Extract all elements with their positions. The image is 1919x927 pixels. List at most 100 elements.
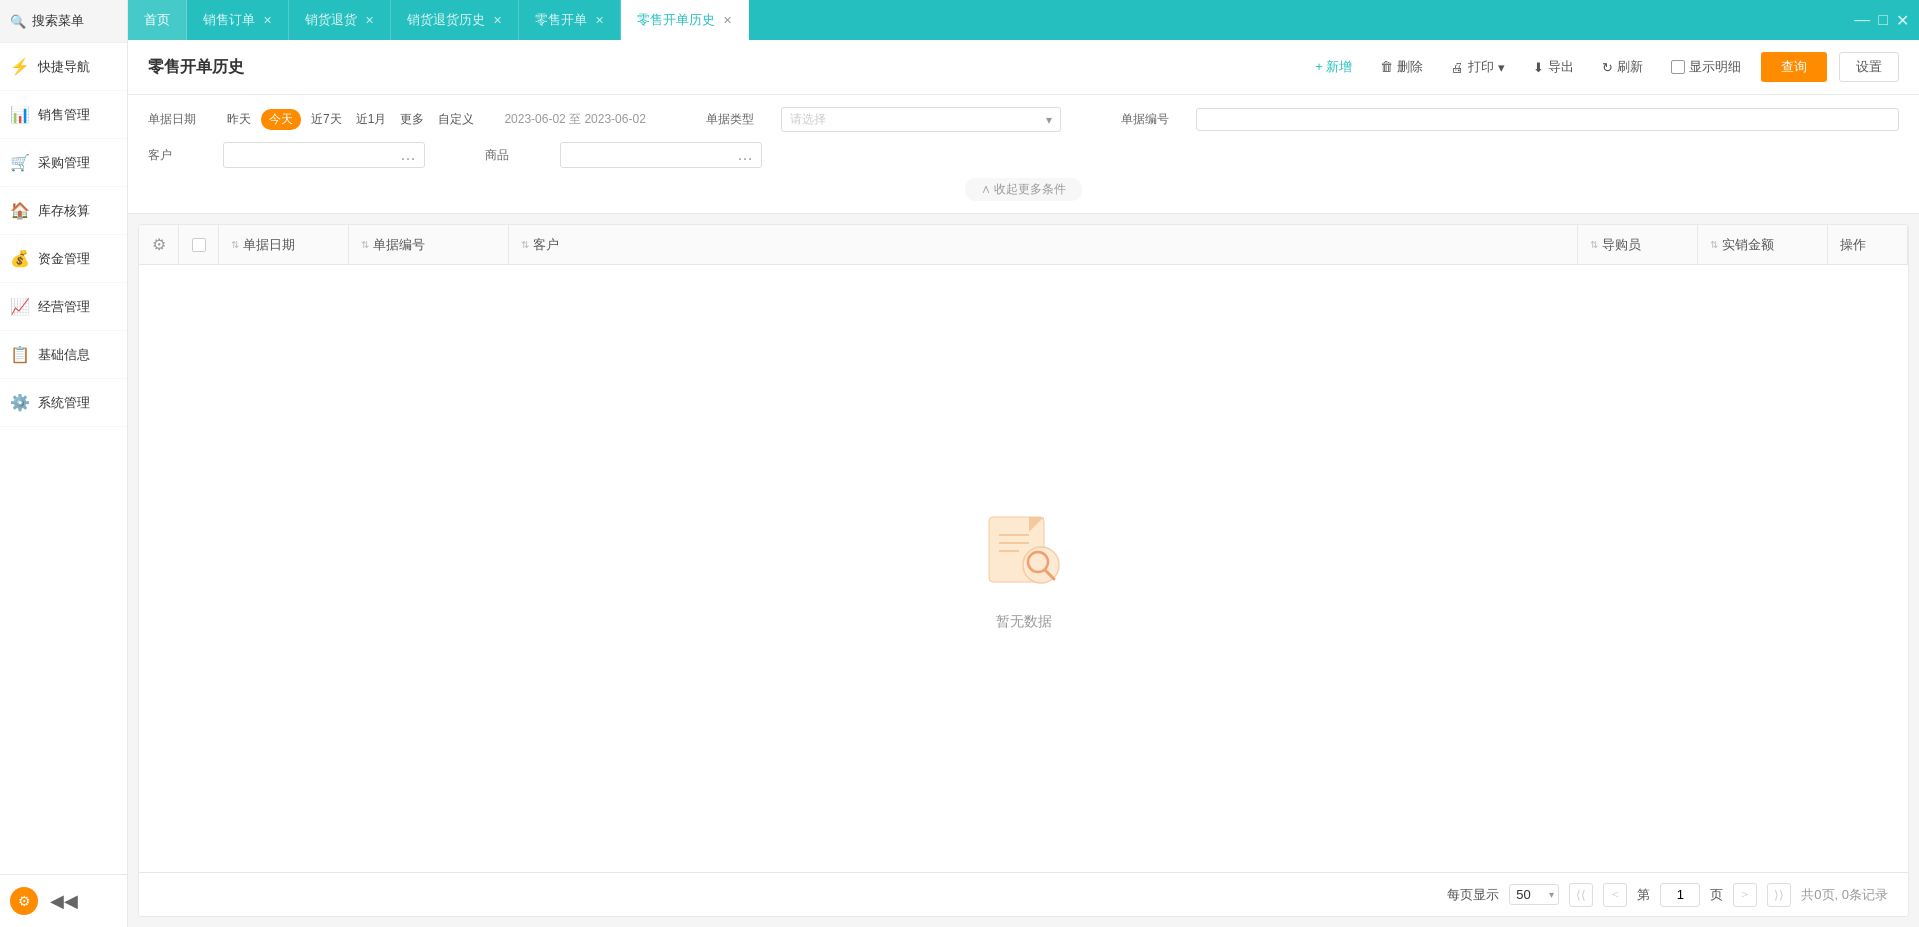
refresh-button[interactable]: ↻ 刷新 <box>1594 54 1651 80</box>
minimize-button[interactable]: — <box>1854 11 1870 29</box>
date-opt-自定义[interactable]: 自定义 <box>434 109 478 130</box>
basic-info-icon: 📋 <box>10 345 30 364</box>
tab-sales-return-history[interactable]: 销货退货历史✕ <box>391 0 519 40</box>
window-controls: — □ ✕ <box>1854 11 1919 30</box>
customer-field[interactable] <box>232 148 400 163</box>
sidebar-search-label: 搜索菜单 <box>32 12 84 30</box>
per-page-select[interactable]: 50 100 200 <box>1509 884 1559 905</box>
date-opt-昨天[interactable]: 昨天 <box>223 109 255 130</box>
sort-icon-date: ⇅ <box>231 239 239 250</box>
refresh-label: 刷新 <box>1617 58 1643 76</box>
first-page-button[interactable]: ⟨⟨ <box>1569 883 1593 907</box>
tab-bar: 首页销售订单✕销货退货✕销货退货历史✕零售开单✕零售开单历史✕ — □ ✕ <box>128 0 1919 40</box>
doc-type-chevron: ▾ <box>1046 113 1052 127</box>
query-button[interactable]: 查询 <box>1761 52 1827 82</box>
display-detail-button[interactable]: 显示明细 <box>1663 54 1749 80</box>
sys-mgmt-icon: ⚙️ <box>10 393 30 412</box>
sidebar-search[interactable]: 🔍 搜索菜单 <box>0 0 127 43</box>
date-opt-近1月[interactable]: 近1月 <box>352 109 391 130</box>
th-customer[interactable]: ⇅ 客户 <box>509 225 1578 265</box>
sidebar-item-basic-info[interactable]: 📋基础信息 <box>0 331 127 379</box>
empty-illustration <box>974 507 1074 597</box>
delete-button[interactable]: 🗑 删除 <box>1372 54 1431 80</box>
print-button[interactable]: 🖨 打印 ▾ <box>1443 54 1513 80</box>
inventory-icon: 🏠 <box>10 201 30 220</box>
tab-label-home: 首页 <box>144 11 170 29</box>
th-number[interactable]: ⇅ 单据编号 <box>349 225 509 265</box>
last-page-button[interactable]: ⟩⟩ <box>1767 883 1791 907</box>
th-amount-label: 实销金额 <box>1722 236 1774 254</box>
tab-items: 首页销售订单✕销货退货✕销货退货历史✕零售开单✕零售开单历史✕ <box>128 0 749 40</box>
th-guide[interactable]: ⇅ 导购员 <box>1578 225 1698 265</box>
refresh-icon: ↻ <box>1602 60 1613 75</box>
select-all-checkbox[interactable] <box>179 225 219 265</box>
sidebar-label-finance: 资金管理 <box>38 250 90 268</box>
sidebar-item-quick-nav[interactable]: ⚡快捷导航 <box>0 43 127 91</box>
th-amount[interactable]: ⇅ 实销金额 <box>1698 225 1828 265</box>
th-operation: 操作 <box>1828 225 1908 265</box>
tab-home[interactable]: 首页 <box>128 0 187 40</box>
tab-close-sales-return[interactable]: ✕ <box>365 14 374 27</box>
sidebar-item-sales-mgmt[interactable]: 📊销售管理 <box>0 91 127 139</box>
th-guide-label: 导购员 <box>1602 236 1641 254</box>
product-field[interactable] <box>569 148 737 163</box>
total-info: 共0页, 0条记录 <box>1801 886 1888 904</box>
tab-sales-return[interactable]: 销货退货✕ <box>289 0 391 40</box>
th-date[interactable]: ⇅ 单据日期 <box>219 225 349 265</box>
maximize-button[interactable]: □ <box>1878 11 1888 29</box>
checkbox-all[interactable] <box>192 238 206 252</box>
export-button[interactable]: ⬇ 导出 <box>1525 54 1582 80</box>
th-customer-label: 客户 <box>533 236 559 254</box>
settings-gear-button[interactable]: ⚙ <box>10 887 38 915</box>
sidebar-item-sys-mgmt[interactable]: ⚙️ 系统管理 <box>0 379 127 427</box>
finance-icon: 💰 <box>10 249 30 268</box>
page-number-input[interactable] <box>1660 883 1700 907</box>
sidebar-label-operations: 经营管理 <box>38 298 90 316</box>
settings-button[interactable]: 设置 <box>1839 52 1899 82</box>
prev-page-button[interactable]: ＜ <box>1603 883 1627 907</box>
customer-dots: … <box>400 146 416 164</box>
search-icon: 🔍 <box>10 14 26 29</box>
filter-area: 单据日期 昨天今天近7天近1月更多自定义 2023-06-02 至 2023-0… <box>128 95 1919 214</box>
doc-number-field[interactable] <box>1205 112 1890 127</box>
tab-sales-order[interactable]: 销售订单✕ <box>187 0 289 40</box>
doc-number-input[interactable] <box>1196 108 1899 131</box>
column-settings-button[interactable]: ⚙ <box>139 225 179 265</box>
sidebar-collapse-button[interactable]: ◀◀ <box>50 890 78 912</box>
customer-input[interactable]: … <box>223 142 425 168</box>
sidebar-nav: ⚡快捷导航📊销售管理🛒采购管理 🏠 库存核算 💰 资金管理 📈经营管理📋基础信息 ⚙️ 系统管… <box>0 43 127 427</box>
date-opt-更多[interactable]: 更多 <box>396 109 428 130</box>
product-input[interactable]: … <box>560 142 762 168</box>
sort-icon-amount: ⇅ <box>1710 239 1718 250</box>
date-opt-近7天[interactable]: 近7天 <box>307 109 346 130</box>
sidebar-item-inventory[interactable]: 🏠 库存核算 <box>0 187 127 235</box>
next-page-button[interactable]: ＞ <box>1733 883 1757 907</box>
collapse-button[interactable]: ∧ 收起更多条件 <box>965 178 1082 201</box>
tab-close-retail-open[interactable]: ✕ <box>595 14 604 27</box>
page-label: 第 <box>1637 886 1650 904</box>
tab-close-sales-order[interactable]: ✕ <box>263 14 272 27</box>
sidebar-item-finance[interactable]: 💰 资金管理 <box>0 235 127 283</box>
doc-type-label: 单据类型 <box>706 111 761 128</box>
tab-retail-history[interactable]: 零售开单历史✕ <box>621 0 749 40</box>
tab-close-sales-return-history[interactable]: ✕ <box>493 14 502 27</box>
date-opt-今天[interactable]: 今天 <box>261 109 301 130</box>
sidebar-item-operations[interactable]: 📈经营管理 <box>0 283 127 331</box>
tab-retail-open[interactable]: 零售开单✕ <box>519 0 621 40</box>
product-dots: … <box>737 146 753 164</box>
doc-type-select[interactable]: 请选择 ▾ <box>781 107 1061 132</box>
sidebar-label-sys-mgmt: 系统管理 <box>38 394 90 412</box>
product-label: 商品 <box>485 147 540 164</box>
main-area: 首页销售订单✕销货退货✕销货退货历史✕零售开单✕零售开单历史✕ — □ ✕ 零售… <box>128 0 1919 927</box>
per-page-label: 每页显示 <box>1447 886 1499 904</box>
tab-close-retail-history[interactable]: ✕ <box>723 14 732 27</box>
date-label: 单据日期 <box>148 111 203 128</box>
sidebar-item-purchase-mgmt[interactable]: 🛒采购管理 <box>0 139 127 187</box>
checkbox-icon <box>1671 60 1685 74</box>
toolbar: + 新增 🗑 删除 🖨 打印 ▾ ⬇ 导出 ↻ 刷新 显示明细 <box>1307 52 1899 82</box>
close-window-button[interactable]: ✕ <box>1896 11 1909 30</box>
add-button[interactable]: + 新增 <box>1307 54 1360 80</box>
sidebar-label-inventory: 库存核算 <box>38 202 90 220</box>
purchase-mgmt-icon: 🛒 <box>10 153 30 172</box>
page-suffix: 页 <box>1710 886 1723 904</box>
